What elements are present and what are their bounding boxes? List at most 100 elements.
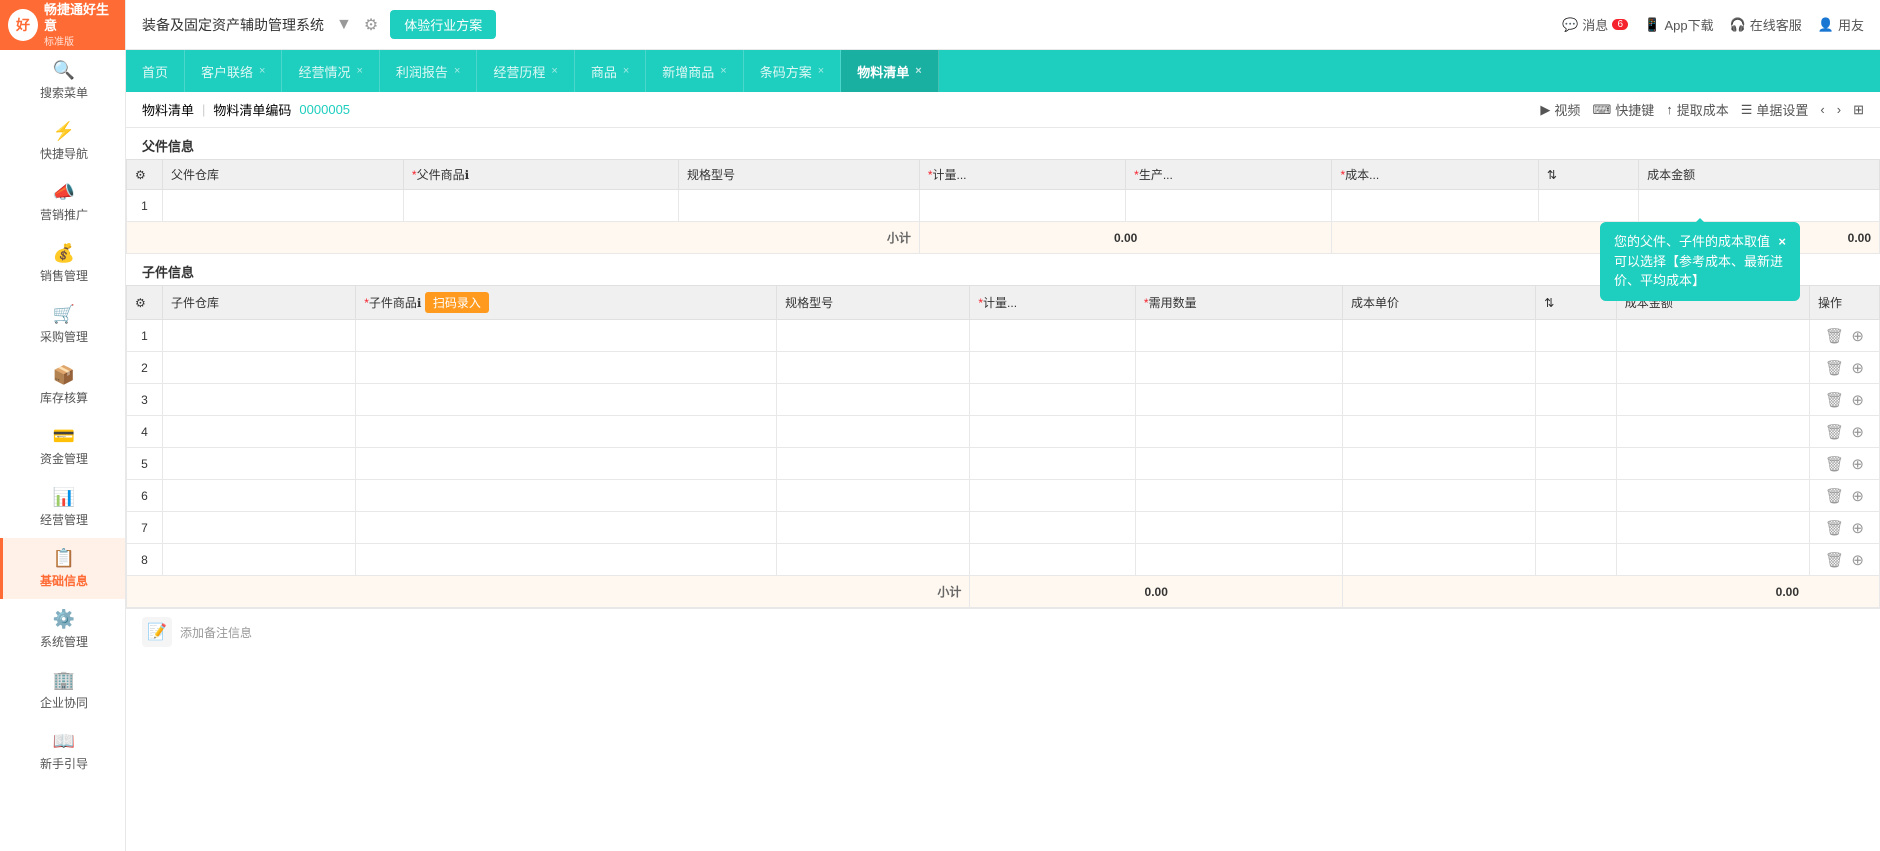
child-qty-cell[interactable] bbox=[1135, 544, 1342, 576]
copy-icon[interactable]: ⊕ bbox=[1851, 424, 1864, 441]
child-spec-cell[interactable] bbox=[777, 512, 970, 544]
child-unit-cost-cell[interactable] bbox=[1343, 384, 1536, 416]
child-qty-cell[interactable] bbox=[1135, 320, 1342, 352]
tab-条码方案[interactable]: 条码方案 × bbox=[744, 50, 841, 92]
child-unit-cost-cell[interactable] bbox=[1343, 512, 1536, 544]
scan-button[interactable]: 扫码录入 bbox=[425, 292, 489, 313]
sidebar-item-资金管理[interactable]: 💳 资金管理 bbox=[0, 416, 125, 477]
app-download-button[interactable]: 📱 App下载 bbox=[1644, 15, 1713, 34]
child-spec-cell[interactable] bbox=[777, 480, 970, 512]
child-product-cell[interactable] bbox=[356, 384, 777, 416]
child-spec-cell[interactable] bbox=[777, 416, 970, 448]
copy-icon[interactable]: ⊕ bbox=[1851, 456, 1864, 473]
child-unit-cell[interactable] bbox=[970, 480, 1136, 512]
tab-close-6[interactable]: × bbox=[720, 65, 726, 77]
child-warehouse-cell[interactable] bbox=[163, 384, 356, 416]
copy-icon[interactable]: ⊕ bbox=[1851, 328, 1864, 345]
child-spec-cell[interactable] bbox=[777, 544, 970, 576]
child-spec-cell[interactable] bbox=[777, 320, 970, 352]
child-qty-cell[interactable] bbox=[1135, 480, 1342, 512]
child-warehouse-cell[interactable] bbox=[163, 512, 356, 544]
add-note-button[interactable]: 📝 bbox=[142, 617, 172, 647]
child-unit-cost-cell[interactable] bbox=[1343, 480, 1536, 512]
tab-close-3[interactable]: × bbox=[454, 65, 460, 77]
child-qty-cell[interactable] bbox=[1135, 352, 1342, 384]
child-unit-cost-cell[interactable] bbox=[1343, 352, 1536, 384]
tab-商品[interactable]: 商品 × bbox=[575, 50, 646, 92]
copy-icon[interactable]: ⊕ bbox=[1851, 392, 1864, 409]
tab-新增商品[interactable]: 新增商品 × bbox=[646, 50, 743, 92]
child-product-cell[interactable] bbox=[356, 352, 777, 384]
copy-icon[interactable]: ⊕ bbox=[1851, 520, 1864, 537]
parent-cost-cell[interactable] bbox=[1332, 190, 1538, 222]
child-warehouse-cell[interactable] bbox=[163, 320, 356, 352]
online-service-button[interactable]: 🎧 在线客服 bbox=[1730, 15, 1802, 34]
child-product-cell[interactable] bbox=[356, 416, 777, 448]
tab-首页[interactable]: 首页 bbox=[126, 50, 185, 92]
single-setting-button[interactable]: ☰ 单据设置 bbox=[1741, 100, 1809, 119]
sidebar-item-采购管理[interactable]: 🛒 采购管理 bbox=[0, 294, 125, 355]
shortcut-button[interactable]: ⌨ 快捷键 bbox=[1592, 100, 1654, 119]
tab-利润报告[interactable]: 利润报告 × bbox=[380, 50, 477, 92]
view-button[interactable]: ▶ 视频 bbox=[1540, 100, 1580, 119]
child-qty-cell[interactable] bbox=[1135, 448, 1342, 480]
child-product-cell[interactable] bbox=[356, 448, 777, 480]
nav-next-button[interactable]: › bbox=[1837, 102, 1841, 117]
parent-produce-cell[interactable] bbox=[1126, 190, 1332, 222]
child-unit-cell[interactable] bbox=[970, 448, 1136, 480]
child-unit-cell[interactable] bbox=[970, 384, 1136, 416]
tab-close-1[interactable]: × bbox=[259, 65, 265, 77]
tab-close-8[interactable]: × bbox=[915, 65, 921, 77]
sidebar-item-企业协同[interactable]: 🏢 企业协同 bbox=[0, 660, 125, 721]
settings-icon[interactable]: ▼ bbox=[336, 16, 352, 34]
messages-button[interactable]: 💬 消息 6 bbox=[1562, 15, 1628, 34]
tab-物料清单[interactable]: 物料清单 × bbox=[841, 50, 938, 92]
delete-icon[interactable]: 🗑 bbox=[1825, 360, 1844, 377]
parent-spec-cell[interactable] bbox=[678, 190, 919, 222]
child-warehouse-cell[interactable] bbox=[163, 480, 356, 512]
sidebar-item-新手引导[interactable]: 📖 新手引导 bbox=[0, 721, 125, 782]
sidebar-item-系统管理[interactable]: ⚙️ 系统管理 bbox=[0, 599, 125, 660]
tab-经营情况[interactable]: 经营情况 × bbox=[282, 50, 379, 92]
trial-button[interactable]: 体验行业方案 bbox=[390, 10, 496, 39]
extract-cost-button[interactable]: ↑ 提取成本 bbox=[1666, 100, 1729, 119]
delete-icon[interactable]: 🗑 bbox=[1825, 392, 1844, 409]
child-warehouse-cell[interactable] bbox=[163, 544, 356, 576]
child-unit-cell[interactable] bbox=[970, 416, 1136, 448]
delete-icon[interactable]: 🗑 bbox=[1825, 488, 1844, 505]
child-product-cell[interactable] bbox=[356, 320, 777, 352]
tab-close-4[interactable]: × bbox=[551, 65, 557, 77]
parent-warehouse-cell[interactable] bbox=[163, 190, 404, 222]
child-warehouse-cell[interactable] bbox=[163, 416, 356, 448]
child-unit-cost-cell[interactable] bbox=[1343, 416, 1536, 448]
tab-close-7[interactable]: × bbox=[818, 65, 824, 77]
tab-客户联络[interactable]: 客户联络 × bbox=[185, 50, 282, 92]
child-warehouse-cell[interactable] bbox=[163, 448, 356, 480]
copy-icon[interactable]: ⊕ bbox=[1851, 552, 1864, 569]
child-qty-cell[interactable] bbox=[1135, 384, 1342, 416]
gear-icon[interactable]: ⚙ bbox=[364, 15, 378, 35]
expand-button[interactable]: ⊞ bbox=[1853, 102, 1864, 118]
child-unit-cell[interactable] bbox=[970, 512, 1136, 544]
delete-icon[interactable]: 🗑 bbox=[1825, 456, 1844, 473]
sidebar-item-销售管理[interactable]: 💰 销售管理 bbox=[0, 233, 125, 294]
user-avatar[interactable]: 👤 用友 bbox=[1818, 15, 1864, 34]
child-product-cell[interactable] bbox=[356, 480, 777, 512]
child-unit-cell[interactable] bbox=[970, 352, 1136, 384]
delete-icon[interactable]: 🗑 bbox=[1825, 520, 1844, 537]
child-unit-cost-cell[interactable] bbox=[1343, 544, 1536, 576]
sidebar-item-快捷导航[interactable]: ⚡ 快捷导航 bbox=[0, 111, 125, 172]
tab-close-5[interactable]: × bbox=[623, 65, 629, 77]
delete-icon[interactable]: 🗑 bbox=[1825, 328, 1844, 345]
child-unit-cost-cell[interactable] bbox=[1343, 448, 1536, 480]
tab-close-2[interactable]: × bbox=[356, 65, 362, 77]
child-spec-cell[interactable] bbox=[777, 384, 970, 416]
sidebar-item-基础信息[interactable]: 📋 基础信息 bbox=[0, 538, 125, 599]
copy-icon[interactable]: ⊕ bbox=[1851, 360, 1864, 377]
sidebar-item-库存核算[interactable]: 📦 库存核算 bbox=[0, 355, 125, 416]
child-qty-cell[interactable] bbox=[1135, 416, 1342, 448]
nav-prev-button[interactable]: ‹ bbox=[1820, 102, 1824, 117]
child-unit-cell[interactable] bbox=[970, 320, 1136, 352]
tab-经营历程[interactable]: 经营历程 × bbox=[477, 50, 574, 92]
copy-icon[interactable]: ⊕ bbox=[1851, 488, 1864, 505]
